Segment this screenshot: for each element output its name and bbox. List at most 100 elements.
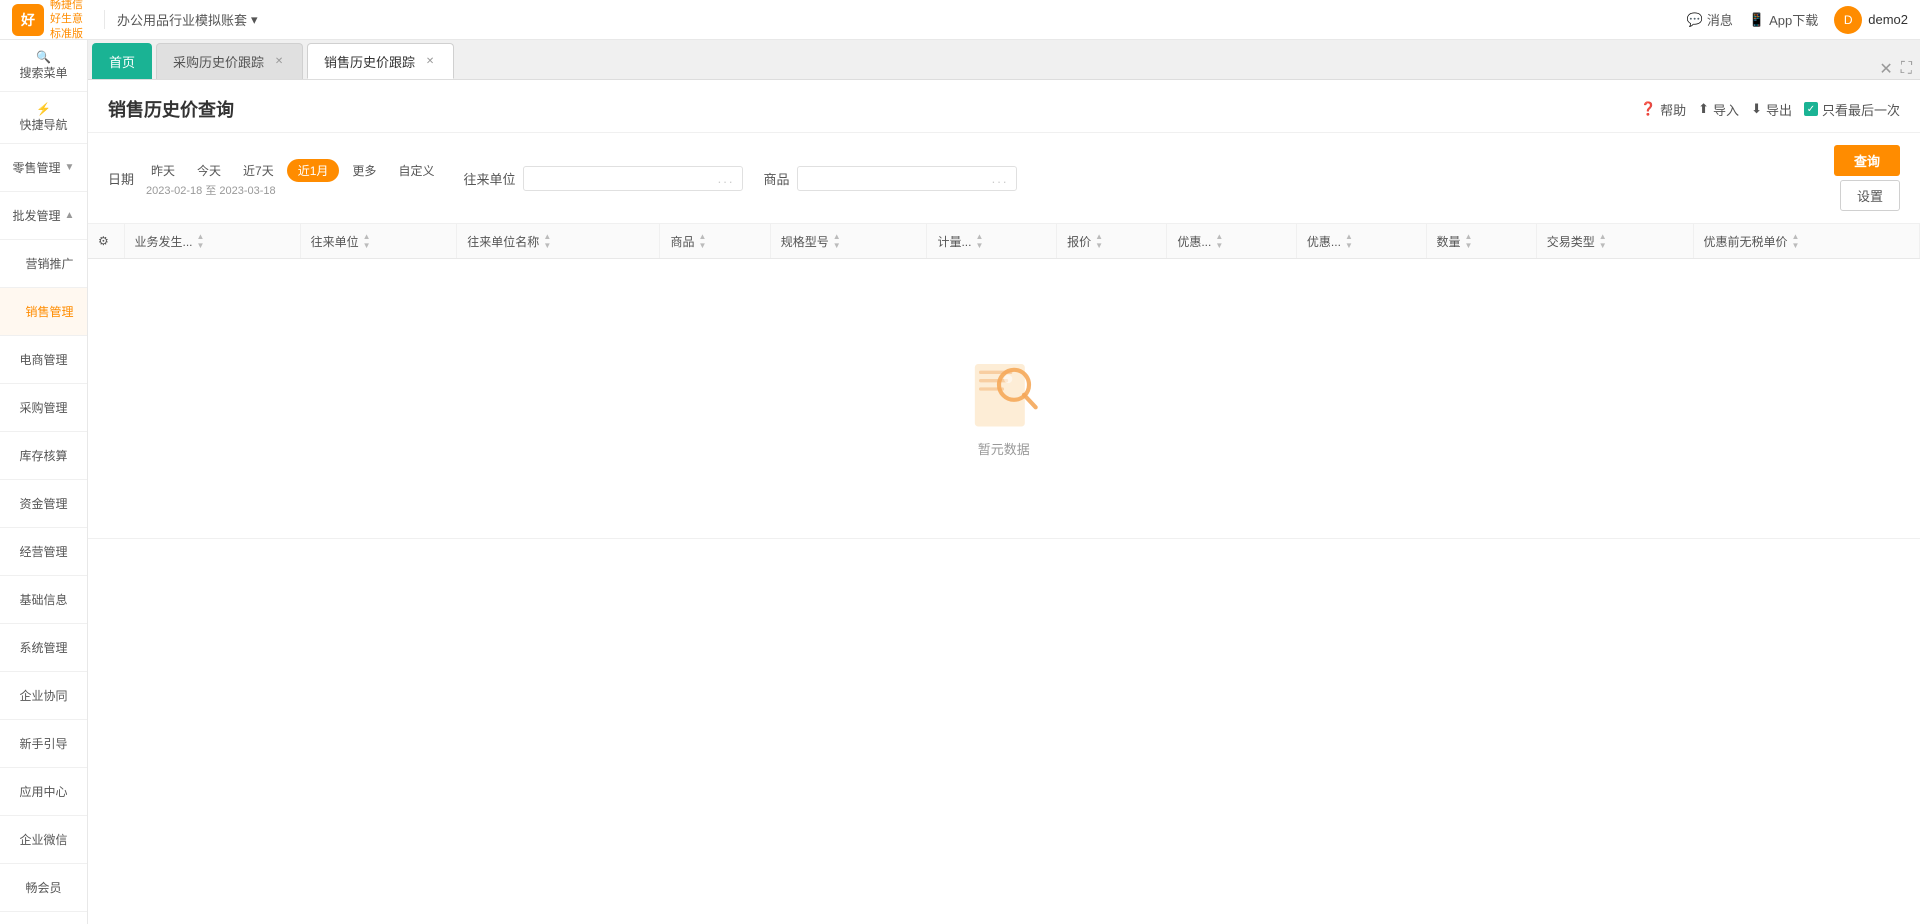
date-btn-yesterday[interactable]: 昨天 [142, 159, 184, 182]
sidebar-item-wholesale-mgmt[interactable]: 批发管理 ▲ [0, 192, 87, 240]
import-action[interactable]: ⬆ 导入 [1698, 100, 1739, 119]
empty-text: 暂元数据 [978, 439, 1030, 458]
empty-illustration [954, 339, 1054, 439]
sidebar-item-retail-mgmt[interactable]: 零售管理 ▼ [0, 144, 87, 192]
col-trade-type[interactable]: 交易类型 ▲▼ [1536, 224, 1693, 259]
sidebar-item-system-mgmt[interactable]: 系统管理 [0, 624, 87, 672]
sidebar-item-quick-nav[interactable]: ⚡ 快捷导航 [0, 92, 87, 144]
table-body: 暂元数据 [88, 259, 1920, 539]
table-area: ⚙ 业务发生... ▲▼ 往来单位 [88, 224, 1920, 539]
tab-sales-history[interactable]: 销售历史价跟踪 ✕ [307, 43, 454, 79]
sidebar-item-basic-info[interactable]: 基础信息 [0, 576, 87, 624]
help-action[interactable]: ❓ 帮助 [1640, 100, 1686, 119]
col-discount2[interactable]: 优惠... ▲▼ [1296, 224, 1426, 259]
sidebar-item-member[interactable]: 畅会员 [0, 864, 87, 912]
col-unit-name[interactable]: 往来单位名称 ▲▼ [457, 224, 660, 259]
app-download-action[interactable]: 📱 App下载 [1749, 10, 1818, 29]
sidebar-item-app-center[interactable]: 应用中心 [0, 768, 87, 816]
chevron-up-icon: ▲ [65, 210, 75, 221]
setting-button[interactable]: 设置 [1840, 180, 1900, 211]
sidebar-item-purchase-mgmt[interactable]: 采购管理 [0, 384, 87, 432]
date-btn-custom[interactable]: 自定义 [389, 159, 443, 182]
date-filter-group: 日期 昨天 今天 近7天 近1月 更多 自定义 2023-02-18 至 202… [108, 159, 443, 198]
only-last-checkbox[interactable]: ✓ 只看最后一次 [1804, 100, 1900, 119]
col-tax-free-price[interactable]: 优惠前无税单价 ▲▼ [1693, 224, 1920, 259]
sidebar-item-operations-mgmt[interactable]: 经营管理 [0, 528, 87, 576]
sidebar-item-enterprise-collab[interactable]: 企业协同 [0, 672, 87, 720]
sidebar-item-inventory[interactable]: 库存核算 [0, 432, 87, 480]
tab-close-purchase[interactable]: ✕ [272, 55, 286, 69]
tab-purchase-history[interactable]: 采购历史价跟踪 ✕ [156, 43, 303, 79]
tab-bar-actions: ✕ ⛶ [1871, 59, 1920, 79]
date-label: 日期 [108, 169, 134, 188]
col-settings[interactable]: ⚙ [88, 224, 124, 259]
chevron-down-icon: ▾ [251, 12, 258, 28]
date-range: 2023-02-18 至 2023-03-18 [146, 182, 443, 198]
customer-filter-group: 往来单位 ... [463, 166, 743, 191]
table-header-row: ⚙ 业务发生... ▲▼ 往来单位 [88, 224, 1920, 259]
sort-icon: ▲▼ [197, 232, 205, 250]
filter-right-actions: 查询 设置 [1834, 145, 1900, 211]
export-action[interactable]: ⬇ 导出 [1751, 100, 1792, 119]
product-label: 商品 [763, 169, 789, 188]
avatar: D [1834, 6, 1862, 34]
sidebar-item-new-guide[interactable]: 新手引导 [0, 720, 87, 768]
sort-icon: ▲▼ [1465, 232, 1473, 250]
sort-icon: ▲▼ [975, 232, 983, 250]
sidebar-item-ecommerce-mgmt[interactable]: 电商管理 [0, 336, 87, 384]
col-discount1[interactable]: 优惠... ▲▼ [1167, 224, 1297, 259]
sort-icon: ▲▼ [543, 232, 551, 250]
col-price[interactable]: 报价 ▲▼ [1057, 224, 1167, 259]
sidebar-item-marketing[interactable]: 营销推广 [0, 240, 87, 288]
empty-row: 暂元数据 [88, 259, 1920, 539]
date-btn-more[interactable]: 更多 [343, 159, 385, 182]
sidebar-item-sales-mgmt[interactable]: 销售管理 [0, 288, 87, 336]
product-filter-group: 商品 ... [763, 166, 1017, 191]
sort-icon: ▲▼ [363, 232, 371, 250]
col-qty[interactable]: 数量 ▲▼ [1426, 224, 1536, 259]
maximize-btn[interactable]: ⛶ [1901, 60, 1912, 78]
tab-close-sales[interactable]: ✕ [423, 54, 437, 68]
col-product[interactable]: 商品 ▲▼ [660, 224, 770, 259]
sort-icon: ▲▼ [833, 232, 841, 250]
product-dots: ... [992, 171, 1009, 186]
customer-input[interactable]: ... [523, 166, 743, 191]
col-biz-date[interactable]: 业务发生... ▲▼ [124, 224, 300, 259]
sort-icon: ▲▼ [1095, 232, 1103, 250]
user-area[interactable]: D demo2 [1834, 6, 1908, 34]
logo-icon: 好 [12, 4, 44, 36]
close-tab-btn[interactable]: ✕ [1879, 59, 1892, 79]
data-table: ⚙ 业务发生... ▲▼ 往来单位 [88, 224, 1920, 539]
message-action[interactable]: 💬 消息 [1687, 10, 1733, 29]
product-input[interactable]: ... [797, 166, 1017, 191]
sidebar: 🔍 搜索菜单 ⚡ 快捷导航 零售管理 ▼ 批发管理 ▲ 营销推广 销售管理 电商… [0, 40, 88, 924]
logo-text: 畅捷信好生意 标准版 [50, 0, 92, 41]
page-title: 销售历史价查询 [108, 96, 234, 122]
download-icon: 📱 [1749, 12, 1765, 28]
help-icon: ❓ [1640, 101, 1656, 117]
sort-icon: ▲▼ [1345, 232, 1353, 250]
checkbox-icon: ✓ [1804, 102, 1818, 116]
logo-area: 好 畅捷信好生意 标准版 [12, 0, 92, 41]
nav-icon: ⚡ [36, 102, 51, 116]
date-btn-today[interactable]: 今天 [188, 159, 230, 182]
app-selector[interactable]: 办公用品行业模拟账套 ▾ [104, 10, 258, 29]
sidebar-item-enterprise-wechat[interactable]: 企业微信 [0, 816, 87, 864]
customer-label: 往来单位 [463, 169, 515, 188]
sidebar-item-search-menu[interactable]: 🔍 搜索菜单 [0, 40, 87, 92]
empty-state: 暂元数据 [88, 259, 1920, 538]
date-btn-7days[interactable]: 近7天 [234, 159, 283, 182]
page-header: 销售历史价查询 ❓ 帮助 ⬆ 导入 ⬇ 导出 ✓ [88, 80, 1920, 133]
sidebar-item-finance-mgmt[interactable]: 资金管理 [0, 480, 87, 528]
col-spec[interactable]: 规格型号 ▲▼ [770, 224, 927, 259]
query-button[interactable]: 查询 [1834, 145, 1900, 176]
message-icon: 💬 [1687, 12, 1703, 28]
search-icon: 🔍 [36, 50, 51, 64]
col-unit-code[interactable]: 往来单位 ▲▼ [300, 224, 457, 259]
tab-home[interactable]: 首页 [92, 43, 152, 79]
date-btn-1month[interactable]: 近1月 [287, 159, 340, 182]
filter-bar: 日期 昨天 今天 近7天 近1月 更多 自定义 2023-02-18 至 202… [88, 133, 1920, 224]
col-unit[interactable]: 计量... ▲▼ [927, 224, 1057, 259]
top-bar-right: 💬 消息 📱 App下载 D demo2 [1687, 6, 1908, 34]
settings-icon: ⚙ [98, 234, 109, 248]
